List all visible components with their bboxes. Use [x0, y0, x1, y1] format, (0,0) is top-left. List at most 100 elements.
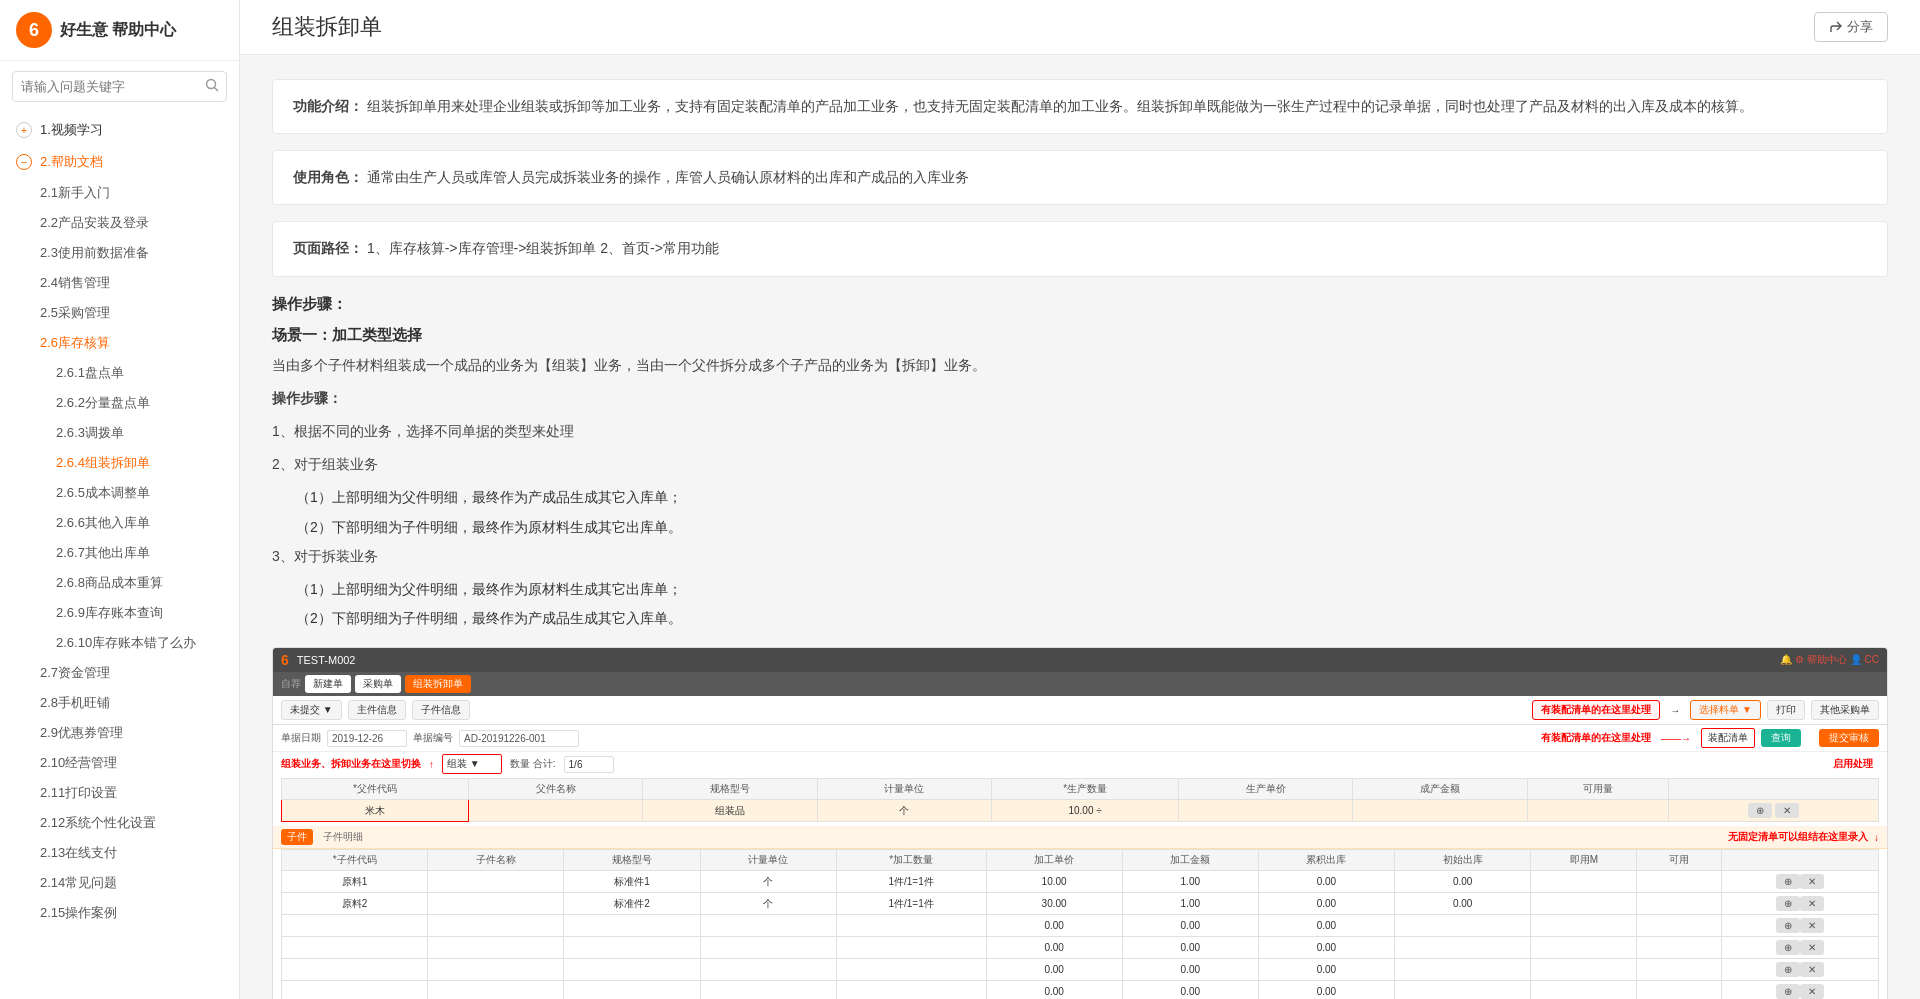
sidebar-item-coupon[interactable]: 2.9优惠券管理: [0, 718, 239, 748]
main-panel: 组装拆卸单 分享 功能介绍： 组装拆卸单用来处理企业组装或拆卸等加工业务，支持有…: [240, 0, 1920, 999]
child-row1-del[interactable]: ✕: [1800, 874, 1824, 889]
path-label: 页面路径：: [293, 240, 363, 256]
child-row1-copy[interactable]: ⊕: [1776, 874, 1800, 889]
parent-del-btn[interactable]: ✕: [1775, 803, 1799, 818]
scenario-title: 场景一：加工类型选择: [272, 326, 1888, 345]
inner-nav-assembly[interactable]: 组装拆卸单: [405, 675, 471, 693]
parent-qty: 10.00 ÷: [992, 800, 1179, 822]
sidebar-item-stockcheck[interactable]: 2.6.9库存账本查询: [0, 598, 239, 628]
inner-tool-status[interactable]: 未提交 ▼: [281, 700, 342, 720]
child-row4-copy[interactable]: ⊕: [1776, 940, 1800, 955]
sidebar-item-install[interactable]: 2.2产品安装及登录: [0, 208, 239, 238]
sidebar-item-operations[interactable]: 2.10经营管理: [0, 748, 239, 778]
topbar: 组装拆卸单 分享: [240, 0, 1920, 55]
parent-avail: [1527, 800, 1668, 822]
step3-sub2: （2）下部明细为子件明细，最终作为产成品生成其它入库单。: [296, 606, 1888, 631]
inner-nav-bar: 自荐 新建单 采购单 组装拆卸单: [273, 672, 1887, 696]
child-row5-del[interactable]: ✕: [1800, 962, 1824, 977]
child-row2-copy[interactable]: ⊕: [1776, 896, 1800, 911]
sidebar-item-docs-label: 2.帮助文档: [40, 153, 103, 171]
sidebar-item-stockerror[interactable]: 2.6.10库存账本错了么办: [0, 628, 239, 658]
inner-child-row-3: 0.000.000.00 ⊕✕: [282, 915, 1879, 937]
role-text: 通常由生产人员或库管人员完成拆装业务的操作，库管人员确认原材料的出库和产成品的入…: [367, 169, 969, 185]
search-input[interactable]: [13, 73, 197, 100]
sidebar-item-payment[interactable]: 2.13在线支付: [0, 838, 239, 868]
inner-child-section: *子件代码 子件名称 规格型号 计量单位 *加工数量 加工单价 加工金额 累积出…: [273, 849, 1887, 999]
inner-form-submit-btn[interactable]: 提交审核: [1819, 729, 1879, 747]
inner-child-table: *子件代码 子件名称 规格型号 计量单位 *加工数量 加工单价 加工金额 累积出…: [281, 849, 1879, 999]
sidebar-item-costadjust[interactable]: 2.6.5成本调整单: [0, 478, 239, 508]
inner-form-date-val[interactable]: 2019-12-26: [327, 730, 407, 747]
role-block: 使用角色： 通常由生产人员或库管人员完成拆装业务的操作，库管人员确认原材料的出库…: [272, 150, 1888, 205]
share-label: 分享: [1847, 18, 1873, 36]
inner-parent-table: *父件代码 父件名称 规格型号 计量单位 *生产数量 生产单价 成产金额 可用量: [281, 778, 1879, 822]
inner-tool-print[interactable]: 打印: [1767, 700, 1805, 720]
role-label: 使用角色：: [293, 169, 363, 185]
inner-nav-purchase[interactable]: 采购单: [355, 675, 401, 693]
page-title: 组装拆卸单: [272, 12, 382, 42]
sidebar-item-video[interactable]: + 1.视频学习: [0, 114, 239, 146]
inner-toolbar: 未提交 ▼ 主件信息 子件信息 有装配清单的在这里处理 → 选择料单 ▼ 打印 …: [273, 696, 1887, 725]
child-row6-copy[interactable]: ⊕: [1776, 984, 1800, 999]
sidebar-item-newbie[interactable]: 2.1新手入门: [0, 178, 239, 208]
inner-form-search-btn[interactable]: 查询: [1761, 729, 1801, 747]
inner-batch-annotation: 启用处理: [1833, 757, 1873, 771]
sidebar-item-stockcount[interactable]: 2.6.1盘点单: [0, 358, 239, 388]
sidebar-item-data[interactable]: 2.3使用前数据准备: [0, 238, 239, 268]
sidebar-item-docs[interactable]: − 2.帮助文档: [0, 146, 239, 178]
parent-code: 米木: [282, 800, 469, 822]
sidebar-item-mobile[interactable]: 2.8手机旺铺: [0, 688, 239, 718]
child-row5-copy[interactable]: ⊕: [1776, 962, 1800, 977]
svg-line-1: [215, 88, 219, 92]
child-row6-del[interactable]: ✕: [1800, 984, 1824, 999]
scenario-desc: 当由多个子件材料组装成一个成品的业务为【组装】业务，当由一个父件拆分成多个子产品…: [272, 353, 1888, 378]
col-ops: [1669, 779, 1879, 800]
parent-price: [1179, 800, 1353, 822]
sidebar-item-inwarehouse[interactable]: 2.6.6其他入库单: [0, 508, 239, 538]
inner-form-bom-input[interactable]: 装配清单: [1701, 728, 1755, 748]
sidebar-item-finance[interactable]: 2.7资金管理: [0, 658, 239, 688]
inner-company: TEST-M002: [297, 654, 356, 666]
sidebar-item-costrecalc[interactable]: 2.6.8商品成本重算: [0, 568, 239, 598]
child-row2-del[interactable]: ✕: [1800, 896, 1824, 911]
step3: 3、对于拆装业务: [272, 544, 1888, 569]
parent-copy-btn[interactable]: ⊕: [1748, 803, 1772, 818]
sidebar-item-print[interactable]: 2.11打印设置: [0, 778, 239, 808]
col-unit: 计量单位: [817, 779, 991, 800]
search-button[interactable]: [197, 72, 227, 101]
path-block: 页面路径： 1、库存核算->库存管理->组装拆卸单 2、首页->常用功能: [272, 221, 1888, 276]
sidebar-item-adjust[interactable]: 2.6.3调拨单: [0, 418, 239, 448]
inner-inline-arrow: ↓: [1874, 832, 1879, 843]
sidebar-item-inventory[interactable]: 2.6库存核算: [0, 328, 239, 358]
child-row3-del[interactable]: ✕: [1800, 918, 1824, 933]
inner-arrow2: ——→: [1661, 733, 1691, 744]
sidebar-item-purchase[interactable]: 2.5采购管理: [0, 298, 239, 328]
inner-child-section-header: 子件 子件明细 无固定清单可以组结在这里录入 ↓: [273, 826, 1887, 849]
parent-spec: 组装品: [643, 800, 817, 822]
inner-child-table-header: *子件代码 子件名称 规格型号 计量单位 *加工数量 加工单价 加工金额 累积出…: [282, 850, 1879, 871]
sidebar-item-outwarehouse[interactable]: 2.6.7其他出库单: [0, 538, 239, 568]
inner-icons: 🔔 ⚙ 帮助中心 👤 CC: [1780, 653, 1879, 667]
child-row4-del[interactable]: ✕: [1800, 940, 1824, 955]
inner-num-val[interactable]: 1/6: [564, 756, 614, 773]
steps-title: 操作步骤：: [272, 295, 1888, 314]
sidebar-item-assembly[interactable]: 2.6.4组装拆卸单: [0, 448, 239, 478]
inner-type-select[interactable]: 组装 ▼: [442, 754, 502, 774]
col-avail: 可用量: [1527, 779, 1668, 800]
inner-tool-bom[interactable]: 选择料单 ▼: [1690, 700, 1761, 720]
inner-form-no-val[interactable]: AD-20191226-001: [459, 730, 579, 747]
share-button[interactable]: 分享: [1814, 12, 1888, 42]
child-section-badge: 子件: [281, 829, 313, 845]
search-box[interactable]: [12, 71, 227, 102]
inner-tool-main[interactable]: 主件信息: [348, 700, 406, 720]
inner-tool-more[interactable]: 其他采购单: [1811, 700, 1879, 720]
sidebar-item-faq[interactable]: 2.14常见问题: [0, 868, 239, 898]
sidebar-item-sales[interactable]: 2.4销售管理: [0, 268, 239, 298]
sidebar-item-partial[interactable]: 2.6.2分量盘点单: [0, 388, 239, 418]
inner-tool-sub[interactable]: 子件信息: [412, 700, 470, 720]
path-text: 1、库存核算->库存管理->组装拆卸单 2、首页->常用功能: [367, 240, 719, 256]
child-row3-copy[interactable]: ⊕: [1776, 918, 1800, 933]
sidebar-item-cases[interactable]: 2.15操作案例: [0, 898, 239, 928]
inner-nav-neworder[interactable]: 新建单: [305, 675, 351, 693]
sidebar-item-settings[interactable]: 2.12系统个性化设置: [0, 808, 239, 838]
